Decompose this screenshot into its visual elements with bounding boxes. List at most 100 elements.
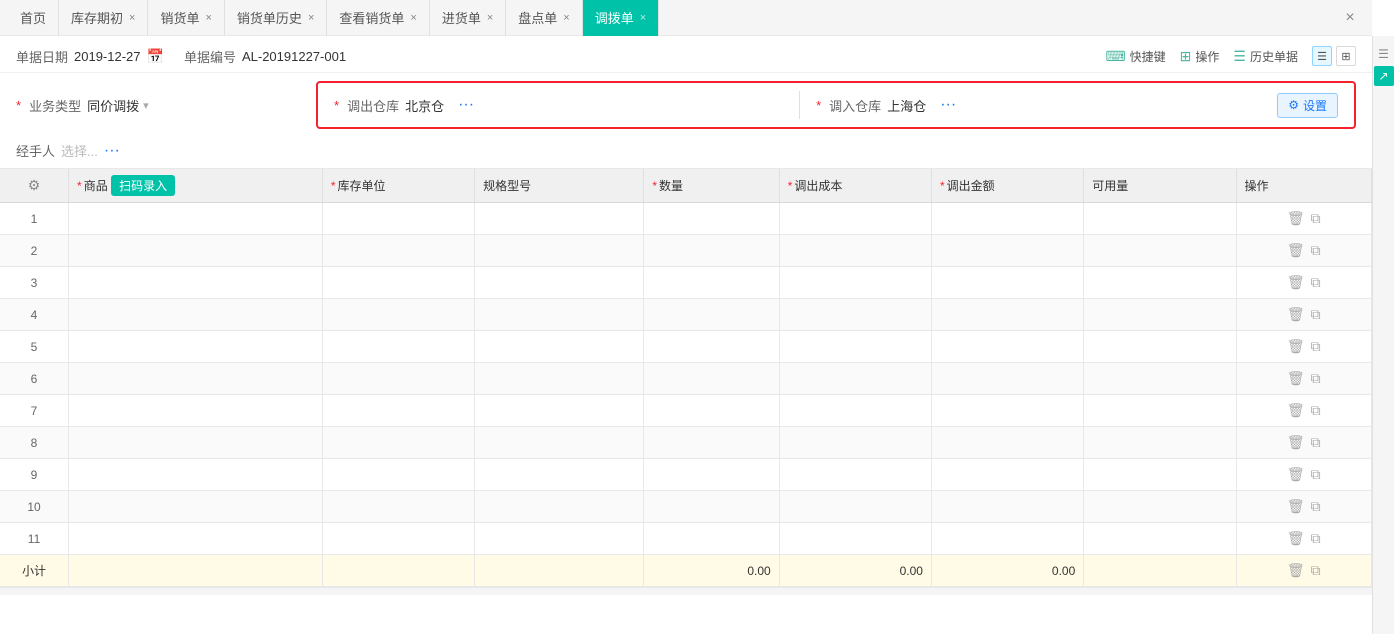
cell-amount[interactable] [931, 363, 1083, 395]
cell-unit[interactable] [322, 203, 474, 235]
cell-spec[interactable] [475, 331, 644, 363]
close-icon[interactable]: × [129, 12, 135, 24]
tab-home[interactable]: 首页 [8, 0, 59, 36]
copy-icon[interactable]: ⧉ [1311, 242, 1321, 259]
history-action[interactable]: ☰ 历史单据 [1233, 48, 1298, 65]
cell-unit[interactable] [322, 523, 474, 555]
personnel-input[interactable]: 选择... [61, 141, 98, 160]
cell-qty[interactable] [644, 267, 779, 299]
cell-qty[interactable] [644, 203, 779, 235]
cell-amount[interactable] [931, 395, 1083, 427]
cell-amount[interactable] [931, 299, 1083, 331]
tab-view-sales[interactable]: 查看销货单 × [327, 0, 429, 36]
copy-icon[interactable]: ⧉ [1311, 370, 1321, 387]
delete-icon[interactable]: 🗑 [1287, 306, 1305, 323]
cell-cost[interactable] [779, 299, 931, 331]
cell-qty[interactable] [644, 491, 779, 523]
cell-available[interactable] [1084, 363, 1236, 395]
right-panel-doc-icon[interactable]: ☰ [1374, 44, 1394, 64]
cell-available[interactable] [1084, 459, 1236, 491]
cell-cost[interactable] [779, 203, 931, 235]
window-close-button[interactable]: × [1336, 4, 1364, 32]
cell-product[interactable] [69, 363, 323, 395]
cell-qty[interactable] [644, 363, 779, 395]
cell-unit[interactable] [322, 363, 474, 395]
cell-unit[interactable] [322, 427, 474, 459]
grid-view-btn[interactable]: ⊞ [1336, 46, 1356, 66]
cell-qty[interactable] [644, 523, 779, 555]
cell-amount[interactable] [931, 427, 1083, 459]
right-panel-export-icon[interactable]: ↗ [1374, 66, 1394, 86]
cell-unit[interactable] [322, 331, 474, 363]
cell-cost[interactable] [779, 331, 931, 363]
delete-icon[interactable]: 🗑 [1287, 466, 1305, 483]
delete-icon[interactable]: 🗑 [1287, 242, 1305, 259]
cell-spec[interactable] [475, 427, 644, 459]
cell-spec[interactable] [475, 267, 644, 299]
delete-icon[interactable]: 🗑 [1287, 402, 1305, 419]
close-icon[interactable]: × [308, 12, 314, 24]
cell-cost[interactable] [779, 395, 931, 427]
copy-icon[interactable]: ⧉ [1311, 210, 1321, 227]
cell-product[interactable] [69, 523, 323, 555]
cell-qty[interactable] [644, 235, 779, 267]
cell-unit[interactable] [322, 299, 474, 331]
delete-icon[interactable]: 🗑 [1287, 434, 1305, 451]
cell-product[interactable] [69, 459, 323, 491]
delete-icon[interactable]: 🗑 [1287, 210, 1305, 227]
cell-spec[interactable] [475, 299, 644, 331]
horizontal-scrollbar[interactable] [0, 587, 1372, 595]
cell-unit[interactable] [322, 395, 474, 427]
cell-product[interactable] [69, 427, 323, 459]
transfer-in-more-btn[interactable]: ··· [940, 96, 956, 114]
tab-inventory-init[interactable]: 库存期初 × [59, 0, 148, 36]
settings-button[interactable]: ⚙ 设置 [1277, 93, 1338, 118]
copy-icon[interactable]: ⧉ [1311, 338, 1321, 355]
delete-icon[interactable]: 🗑 [1287, 498, 1305, 515]
cell-cost[interactable] [779, 267, 931, 299]
cell-available[interactable] [1084, 203, 1236, 235]
shortcut-action[interactable]: ⌨ 快捷键 [1105, 48, 1165, 65]
cell-amount[interactable] [931, 459, 1083, 491]
cell-cost[interactable] [779, 363, 931, 395]
copy-icon[interactable]: ⧉ [1311, 530, 1321, 547]
cell-spec[interactable] [475, 459, 644, 491]
cell-amount[interactable] [931, 331, 1083, 363]
tab-sales-history[interactable]: 销货单历史 × [225, 0, 327, 36]
cell-amount[interactable] [931, 267, 1083, 299]
cell-unit[interactable] [322, 459, 474, 491]
cell-available[interactable] [1084, 299, 1236, 331]
cell-spec[interactable] [475, 523, 644, 555]
cell-qty[interactable] [644, 427, 779, 459]
cell-available[interactable] [1084, 491, 1236, 523]
scan-btn[interactable]: 扫码录入 [111, 175, 175, 196]
cell-product[interactable] [69, 299, 323, 331]
tab-stocktake[interactable]: 盘点单 × [506, 0, 582, 36]
cell-spec[interactable] [475, 203, 644, 235]
cell-cost[interactable] [779, 491, 931, 523]
cell-amount[interactable] [931, 203, 1083, 235]
delete-icon[interactable]: 🗑 [1287, 274, 1305, 291]
cell-available[interactable] [1084, 427, 1236, 459]
close-icon[interactable]: × [410, 12, 416, 24]
close-icon[interactable]: × [205, 12, 211, 24]
cell-qty[interactable] [644, 299, 779, 331]
delete-icon[interactable]: 🗑 [1287, 338, 1305, 355]
close-icon[interactable]: × [640, 12, 646, 24]
cell-cost[interactable] [779, 235, 931, 267]
number-value[interactable]: AL-20191227-001 [242, 49, 346, 64]
cell-cost[interactable] [779, 427, 931, 459]
cell-product[interactable] [69, 395, 323, 427]
personnel-more-btn[interactable]: ··· [104, 142, 120, 160]
cell-product[interactable] [69, 331, 323, 363]
cell-qty[interactable] [644, 459, 779, 491]
cell-spec[interactable] [475, 395, 644, 427]
table-settings-icon[interactable]: ⚙ [28, 177, 41, 193]
business-type-select[interactable]: 同价调拨 ▾ [87, 96, 149, 115]
copy-icon[interactable]: ⧉ [1311, 402, 1321, 419]
cell-available[interactable] [1084, 523, 1236, 555]
cell-unit[interactable] [322, 267, 474, 299]
cell-available[interactable] [1084, 331, 1236, 363]
cell-product[interactable] [69, 235, 323, 267]
cell-available[interactable] [1084, 267, 1236, 299]
